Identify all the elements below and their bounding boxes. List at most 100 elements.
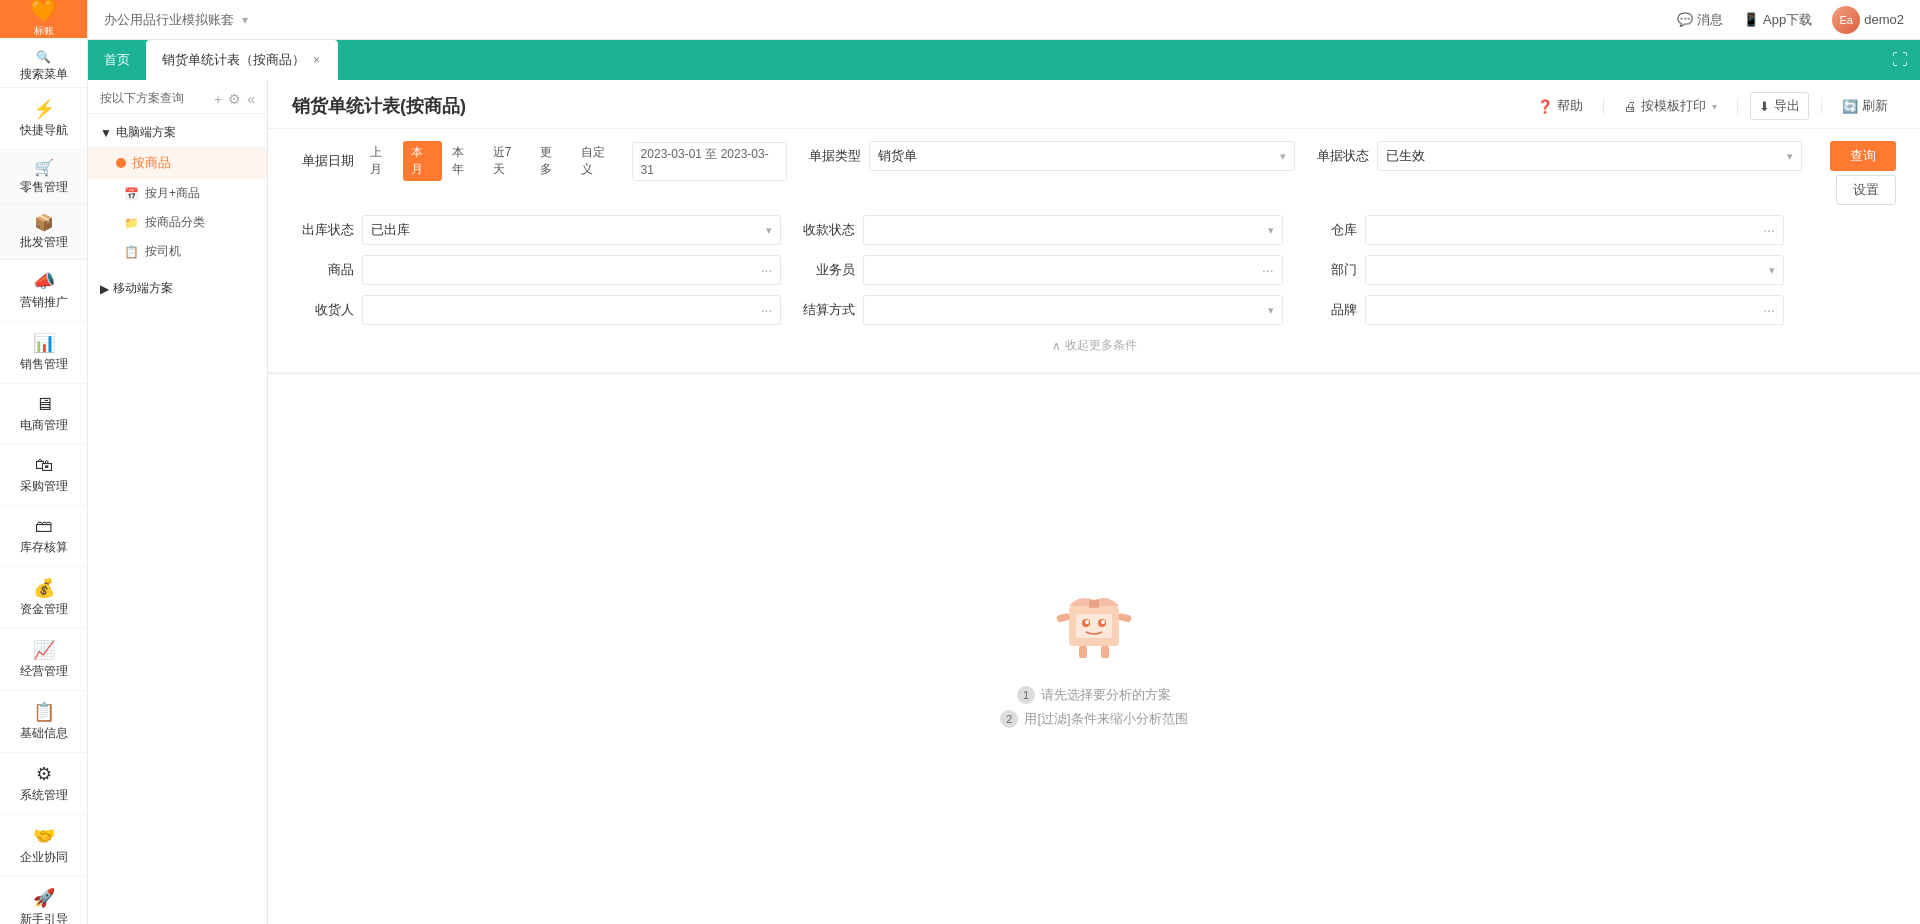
user-menu[interactable]: Ea demo2 [1832, 6, 1904, 34]
brand-dots: ··· [1763, 302, 1775, 318]
user-label: demo2 [1864, 12, 1904, 27]
receipt-status-chevron: ▾ [1268, 224, 1274, 237]
tab-home[interactable]: 首页 [88, 40, 146, 80]
tab-sales-stats-label: 销货单统计表（按商品） [162, 51, 305, 69]
sidebar-item-system[interactable]: ⚙ 系统管理 [0, 753, 87, 815]
doc-status-label: 单据状态 [1307, 147, 1377, 165]
wholesale-icon: 📦 [34, 213, 54, 232]
scheme-item-by-product-label: 按商品 [132, 154, 171, 172]
basic-info-icon: 📋 [33, 701, 55, 723]
department-field[interactable]: ▾ [1365, 255, 1784, 285]
wholesale-label: 批发管理 [20, 234, 68, 251]
message-label: 消息 [1697, 11, 1723, 29]
receipt-status-label: 收款状态 [793, 221, 863, 239]
scheme-item-by-driver[interactable]: 📋 按司机 [88, 237, 267, 266]
sidebar-item-new-guide[interactable]: 🚀 新手引导 [0, 877, 87, 924]
message-button[interactable]: 💬 消息 [1677, 11, 1723, 29]
refresh-button[interactable]: 🔄 刷新 [1834, 93, 1896, 119]
filter-goods-group: 商品 ··· [292, 255, 781, 285]
sidebar-item-quick-nav[interactable]: ⚡ 快捷导航 [0, 88, 87, 150]
out-status-chevron: ▾ [766, 224, 772, 237]
tab-maximize-button[interactable]: ⛶ [1888, 47, 1912, 73]
scheme-item-by-category[interactable]: 📁 按商品分类 [88, 208, 267, 237]
salesperson-label: 业务员 [793, 261, 863, 279]
sub-item-driver-icon: 📋 [124, 245, 139, 259]
quick-nav-label: 快捷导航 [20, 122, 68, 139]
scheme-add-button[interactable]: + [214, 91, 222, 107]
refresh-icon: 🔄 [1842, 99, 1858, 114]
query-button[interactable]: 查询 [1830, 141, 1896, 171]
date-tab-7days[interactable]: 近7天 [485, 141, 530, 181]
out-status-value: 已出库 [371, 221, 766, 239]
sidebar-item-enterprise[interactable]: 🤝 企业协同 [0, 815, 87, 877]
scheme-group-pc-header[interactable]: ▼ 电脑端方案 [88, 118, 267, 147]
brand-field[interactable]: ··· [1365, 295, 1784, 325]
filter-settings-button[interactable]: 设置 [1836, 175, 1896, 205]
salesperson-field[interactable]: ··· [863, 255, 1282, 285]
doc-type-value: 销货单 [878, 147, 1279, 165]
scheme-panel-title: 按以下方案查询 [100, 90, 184, 107]
sidebar-item-ecommerce[interactable]: 🖥 电商管理 [0, 384, 87, 445]
sidebar-item-sales-mgmt[interactable]: 📊 销售管理 [0, 322, 87, 384]
action-divider-1 [1603, 98, 1604, 114]
sidebar-item-retail[interactable]: 🛒 零售管理 [0, 150, 87, 205]
sidebar-logo[interactable]: 🧡 标账 [0, 0, 88, 38]
sidebar-item-purchase[interactable]: 🛍 采购管理 [0, 445, 87, 506]
operations-label: 经营管理 [20, 663, 68, 680]
doc-type-chevron: ▾ [1280, 150, 1286, 163]
filter-recipient-group: 收货人 ··· [292, 295, 781, 325]
sidebar-search-menu[interactable]: 🔍 搜索菜单 [0, 38, 87, 88]
goods-field[interactable]: ··· [362, 255, 781, 285]
tab-close-button[interactable]: × [311, 51, 322, 69]
collapse-bar[interactable]: ∧ 收起更多条件 [292, 331, 1896, 360]
date-range-display[interactable]: 2023-03-01 至 2023-03-31 [632, 142, 788, 181]
warehouse-field[interactable]: ··· [1365, 215, 1784, 245]
receipt-status-field[interactable]: ▾ [863, 215, 1282, 245]
doc-status-field[interactable]: 已生效 ▾ [1377, 141, 1802, 171]
settlement-label: 结算方式 [793, 301, 863, 319]
date-tab-more[interactable]: 更多 [532, 141, 571, 181]
recipient-field[interactable]: ··· [362, 295, 781, 325]
help-label: 帮助 [1557, 97, 1583, 115]
doc-type-field[interactable]: 销货单 ▾ [869, 141, 1294, 171]
export-button[interactable]: ⬇ 导出 [1750, 92, 1809, 120]
date-tab-prev-month[interactable]: 上月 [362, 141, 401, 181]
scheme-group-mobile: ▶ 移动端方案 [88, 270, 267, 307]
basic-info-label: 基础信息 [20, 725, 68, 742]
scheme-item-by-month-product[interactable]: 📅 按月+商品 [88, 179, 267, 208]
new-guide-icon: 🚀 [33, 887, 55, 909]
system-icon: ⚙ [36, 763, 52, 785]
app-download-button[interactable]: 📱 App下载 [1743, 11, 1812, 29]
sidebar-item-basic-info[interactable]: 📋 基础信息 [0, 691, 87, 753]
settlement-field[interactable]: ▾ [863, 295, 1282, 325]
sidebar-item-operations[interactable]: 📈 经营管理 [0, 629, 87, 691]
scheme-group-mobile-header[interactable]: ▶ 移动端方案 [88, 274, 267, 303]
date-tab-current-year[interactable]: 本年 [444, 141, 483, 181]
svg-rect-10 [1118, 612, 1132, 622]
date-tab-custom[interactable]: 自定义 [573, 141, 623, 181]
marketing-icon: 📣 [33, 270, 55, 292]
main-area: 办公用品行业模拟账套 ▾ 💬 消息 📱 App下载 Ea demo2 [88, 0, 1920, 924]
scheme-item-by-product[interactable]: 按商品 [88, 147, 267, 179]
sidebar-item-marketing[interactable]: 📣 营销推广 [0, 260, 87, 322]
out-status-field[interactable]: 已出库 ▾ [362, 215, 781, 245]
print-chevron: ▾ [1712, 101, 1717, 112]
page-header: 销货单统计表(按商品) ❓ 帮助 🖨 按模板打印 ▾ ⬇ [268, 80, 1920, 129]
help-button[interactable]: ❓ 帮助 [1529, 93, 1591, 119]
tab-sales-stats[interactable]: 销货单统计表（按商品） × [146, 40, 338, 80]
scheme-settings-button[interactable]: ⚙ [228, 91, 241, 107]
empty-svg [1044, 566, 1144, 666]
system-label: 系统管理 [20, 787, 68, 804]
sidebar-item-finance[interactable]: 💰 资金管理 [0, 567, 87, 629]
export-icon: ⬇ [1759, 99, 1770, 114]
filter-settlement-group: 结算方式 ▾ [793, 295, 1282, 325]
sidebar-item-wholesale[interactable]: 📦 批发管理 [0, 205, 87, 260]
scheme-collapse-button[interactable]: « [247, 91, 255, 107]
date-tab-current-month[interactable]: 本月 [403, 141, 442, 181]
empty-hint-2: 2 用[过滤]条件来缩小分析范围 [1000, 710, 1187, 728]
print-button[interactable]: 🖨 按模板打印 ▾ [1616, 93, 1725, 119]
sidebar-item-inventory[interactable]: 🗃 库存核算 [0, 506, 87, 567]
doc-status-value: 已生效 [1386, 147, 1787, 165]
goods-dots: ··· [761, 262, 773, 278]
breadcrumb-title: 办公用品行业模拟账套 [104, 11, 234, 29]
